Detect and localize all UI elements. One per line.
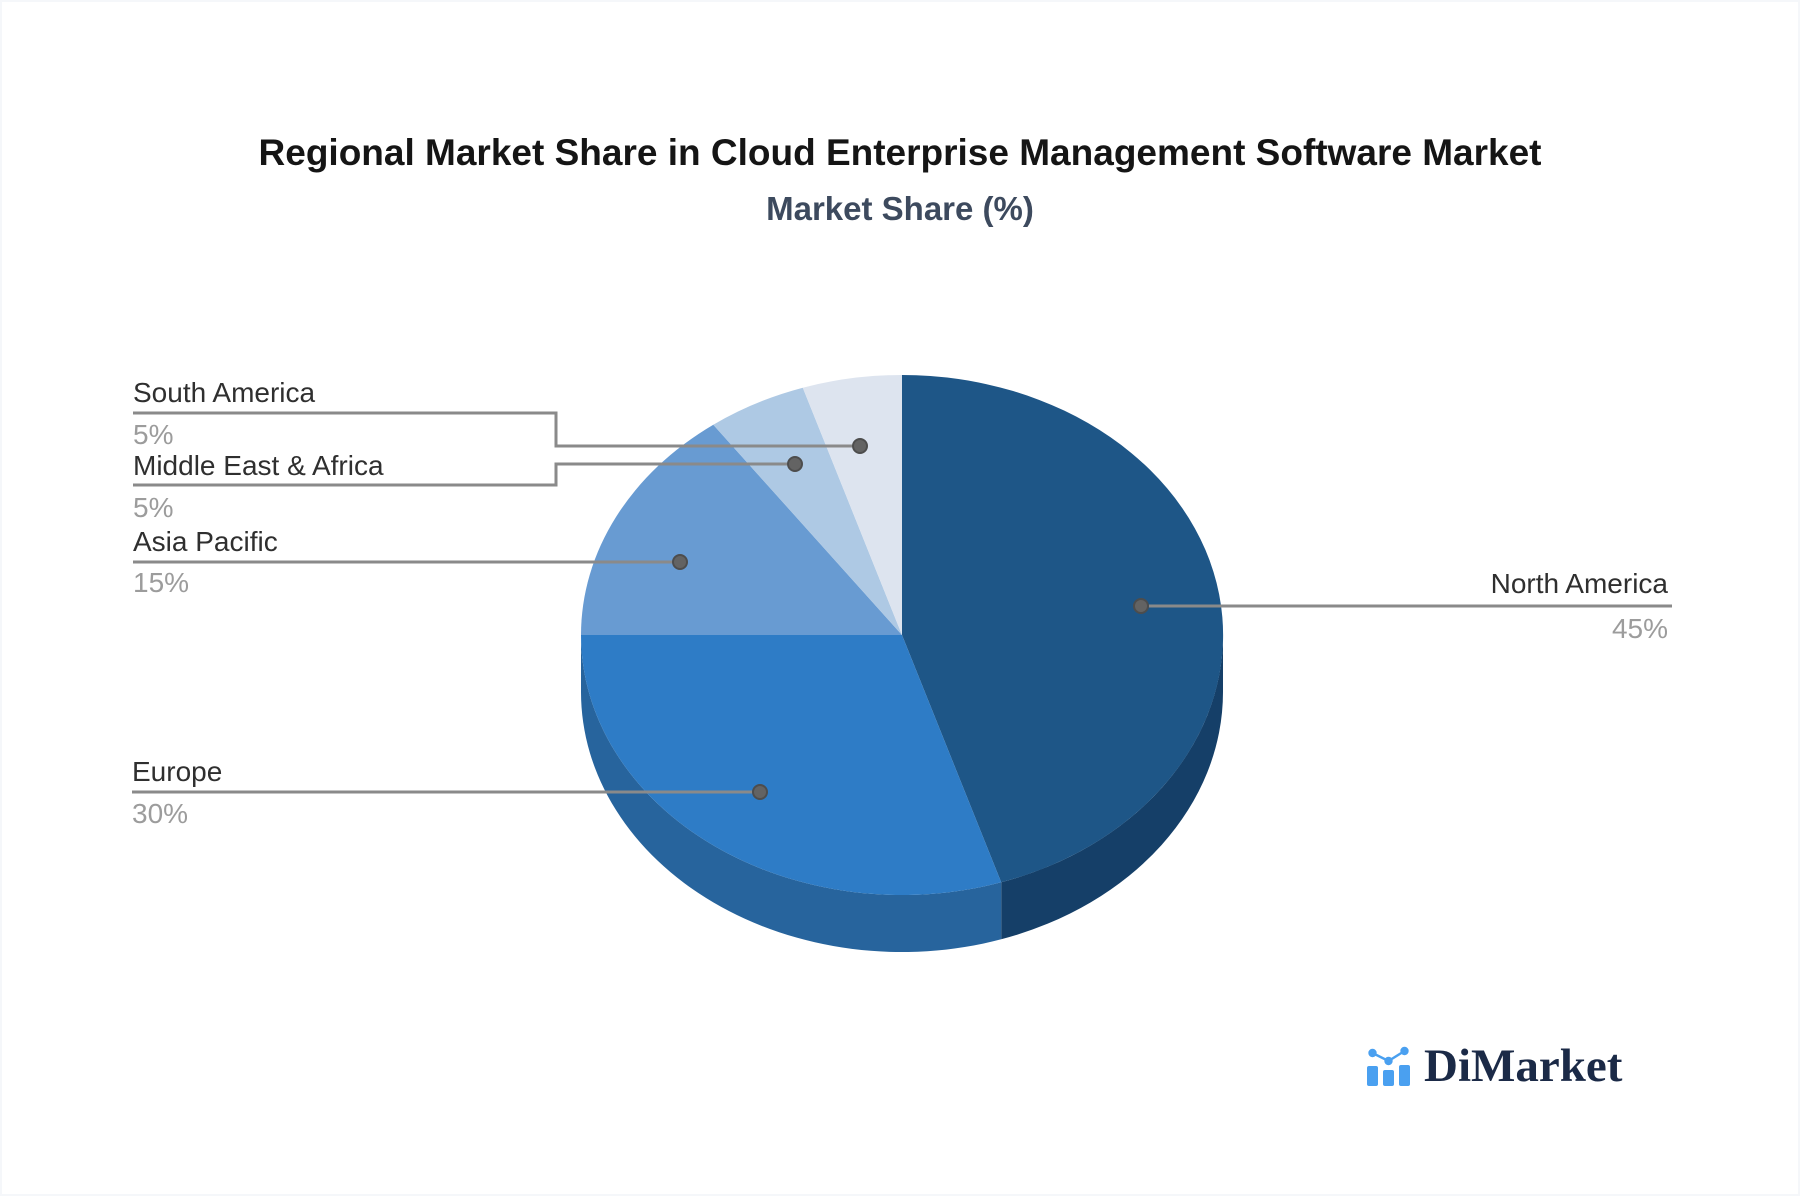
brand-logo: DiMarket: [1365, 1044, 1622, 1086]
chart-canvas: Regional Market Share in Cloud Enterpris…: [0, 0, 1800, 1196]
label-south-america: South America: [133, 379, 315, 407]
leader-dot-europe: [753, 785, 767, 799]
value-north-america: 45%: [1612, 615, 1668, 643]
label-europe: Europe: [132, 758, 222, 786]
bar-chart-logo-icon: [1365, 1044, 1413, 1086]
label-middle-east-africa: Middle East & Africa: [133, 452, 384, 480]
leader-dot-middle-east-africa: [788, 457, 802, 471]
value-south-america: 5%: [133, 421, 173, 449]
leader-dot-south-america: [853, 439, 867, 453]
label-north-america: North America: [1491, 570, 1668, 598]
pie-slices: [581, 375, 1223, 952]
value-middle-east-africa: 5%: [133, 494, 173, 522]
value-asia-pacific: 15%: [133, 569, 189, 597]
leader-dot-north-america: [1134, 599, 1148, 613]
label-asia-pacific: Asia Pacific: [133, 528, 278, 556]
value-europe: 30%: [132, 800, 188, 828]
leader-dot-asia-pacific: [673, 555, 687, 569]
pie-chart: [2, 2, 1800, 1196]
brand-name: DiMarket: [1424, 1046, 1622, 1086]
